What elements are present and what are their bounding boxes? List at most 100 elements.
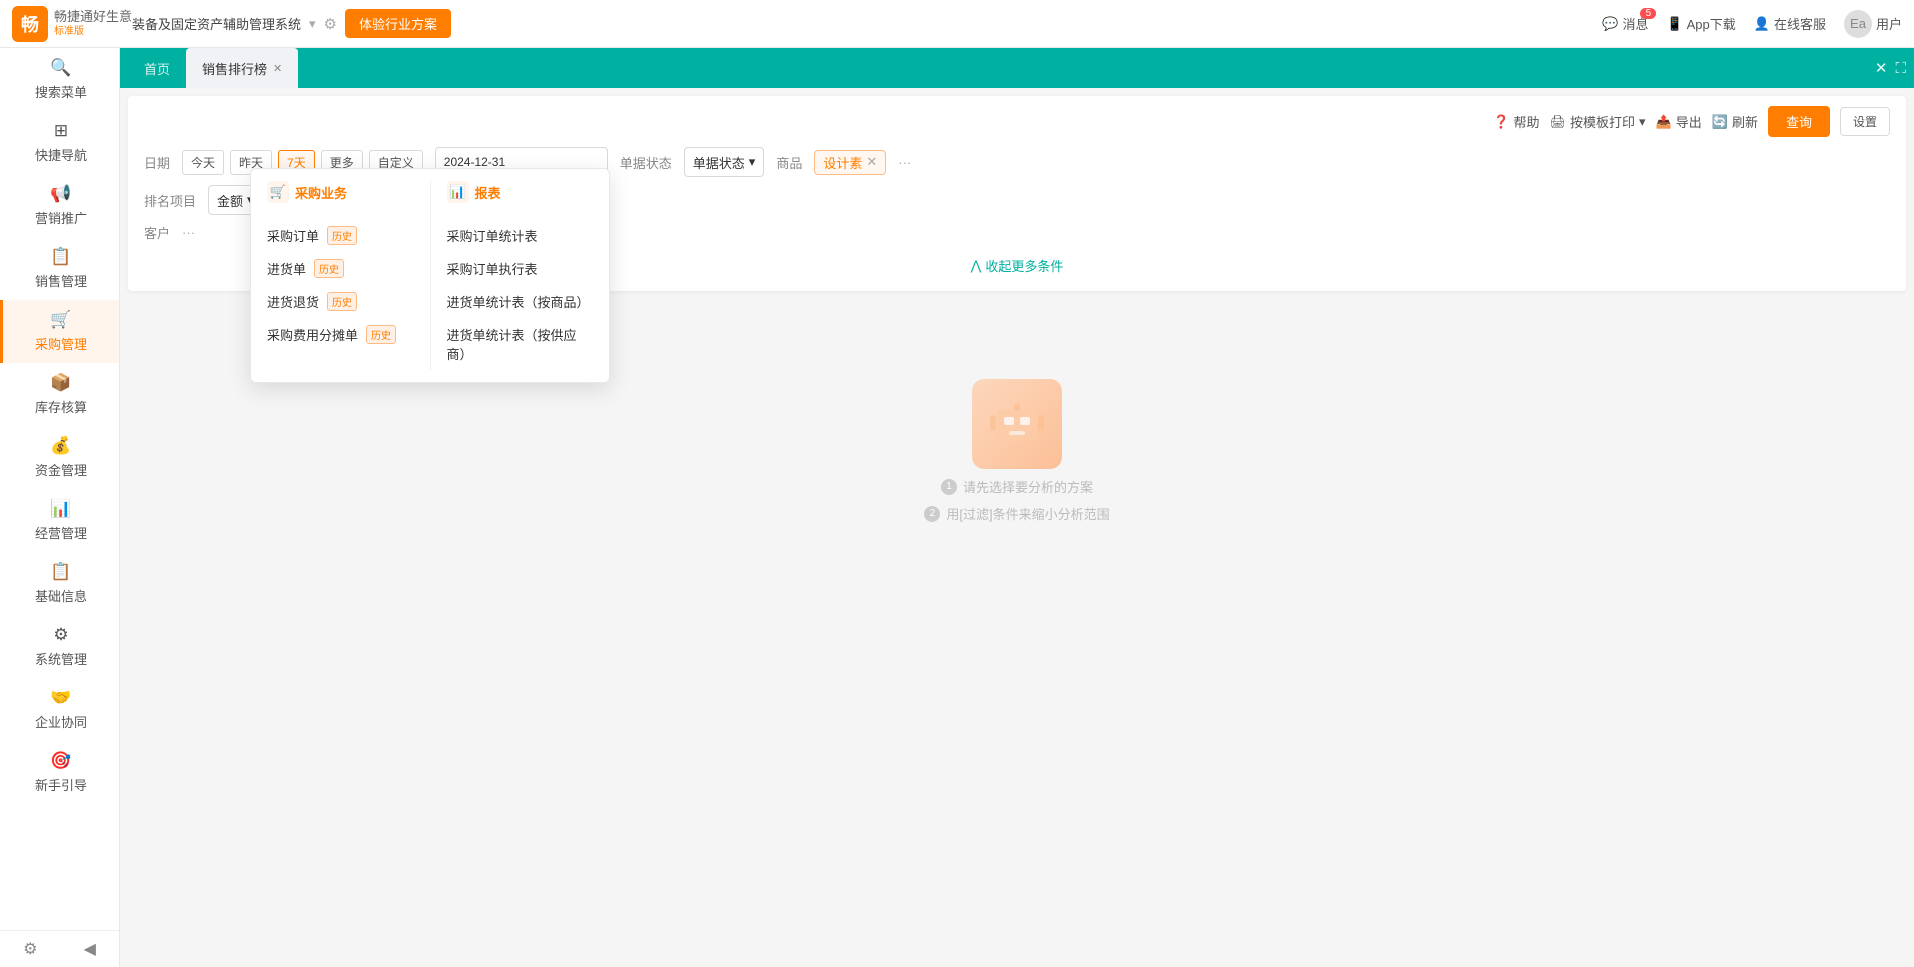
sidebar-item-basic-info[interactable]: 📋 基础信息 [0, 552, 119, 615]
sidebar-item-operations[interactable]: 📊 经营管理 [0, 489, 119, 552]
collapse-label: 收起更多条件 [985, 256, 1063, 275]
dropdown-col-purchase: 🛒 采购业务 采购订单 历史 进货单 历史 进货退货 [251, 181, 430, 370]
sidebar-item-marketing-label: 营销推广 [35, 208, 87, 227]
export-btn[interactable]: 📤 导出 [1656, 112, 1702, 131]
dropdown-item-purchase-order-exec[interactable]: 采购订单执行表 [447, 252, 594, 285]
sidebar-item-inventory-label: 库存核算 [35, 397, 87, 416]
sidebar-item-system[interactable]: ⚙ 系统管理 [0, 615, 119, 678]
refresh-btn[interactable]: 🔄 刷新 [1712, 112, 1758, 131]
dropdown-item-goods-receipt-by-product[interactable]: 进货单统计表（按商品） [447, 285, 594, 318]
goods-receipt-label: 进货单 [267, 259, 306, 278]
help-icon: ❓ [1493, 114, 1509, 130]
sidebar-item-capital[interactable]: 💰 资金管理 [0, 426, 119, 489]
toolbar-right: ❓ 帮助 🖨 按模板打印 ▾ 📤 导出 🔄 [1493, 106, 1890, 137]
messages-badge: 5 [1640, 8, 1656, 19]
operations-icon: 📊 [50, 499, 71, 519]
quick-nav-icon: ⊞ [54, 121, 68, 141]
system-title-area: 装备及固定资产辅助管理系统 ▾ ⚙ 体验行业方案 [132, 9, 1602, 38]
user-menu-btn[interactable]: Ea 用户 [1844, 10, 1902, 38]
user-label: 用户 [1876, 14, 1902, 33]
dropdown-item-purchase-order-stats[interactable]: 采购订单统计表 [447, 219, 594, 252]
customer-label: 客户 [144, 223, 170, 242]
logo-line1: 畅捷通好生意 [54, 9, 132, 26]
goods-tag-close[interactable]: ✕ [866, 154, 877, 170]
sidebar-item-marketing[interactable]: 📢 营销推广 [0, 174, 119, 237]
sidebar-item-quick-nav[interactable]: ⊞ 快捷导航 [0, 111, 119, 174]
service-icon: 👤 [1754, 16, 1770, 32]
purchase-order-exec-label: 采购订单执行表 [447, 259, 538, 278]
doc-status-select[interactable]: 单据状态 ▾ [684, 147, 765, 177]
help-label: 帮助 [1513, 112, 1539, 131]
sidebar-item-search-label: 搜索菜单 [35, 82, 87, 101]
step1-circle: 1 [941, 479, 957, 495]
sidebar-item-guide-label: 新手引导 [35, 775, 87, 794]
sidebar-item-search[interactable]: 🔍 搜索菜单 [0, 48, 119, 111]
phone-icon: 📱 [1666, 16, 1682, 32]
tab-bar-right: ✕ ⛶ [1875, 59, 1906, 77]
dropdown-item-goods-receipt[interactable]: 进货单 历史 [267, 252, 414, 285]
logo-icon: 畅 [12, 6, 48, 42]
basic-info-icon: 📋 [50, 562, 71, 582]
date-label: 日期 [144, 153, 170, 172]
app-download-btn[interactable]: 📱 App下载 [1666, 14, 1735, 33]
tab-home[interactable]: 首页 [128, 48, 186, 88]
cooperation-icon: 🤝 [50, 688, 71, 708]
tab-close-btn[interactable]: ✕ [273, 62, 282, 75]
logo-text: 畅捷通好生意 标准版 [54, 9, 132, 39]
dropdown-item-purchase-order[interactable]: 采购订单 历史 [267, 219, 414, 252]
sidebar-item-purchase[interactable]: 🛒 采购管理 [0, 300, 119, 363]
sidebar-collapse-btn[interactable]: ◀ [84, 939, 96, 959]
settings-btn[interactable]: 设置 [1840, 107, 1890, 136]
tab-home-label: 首页 [144, 59, 170, 78]
goods-more-btn[interactable]: ··· [898, 155, 911, 170]
title-gear-icon[interactable]: ⚙ [324, 15, 337, 33]
tab-sales-ranking[interactable]: 销售排行榜 ✕ [186, 48, 298, 88]
rank-value: 金额 [217, 191, 243, 210]
sidebar-item-purchase-label: 采购管理 [35, 334, 87, 353]
purchase-order-label: 采购订单 [267, 226, 319, 245]
messages-btn[interactable]: 💬 消息 5 [1602, 14, 1648, 33]
inventory-icon: 📦 [50, 373, 71, 393]
main-layout: 🔍 搜索菜单 ⊞ 快捷导航 📢 营销推广 📋 销售管理 🛒 采购管理 📦 库存核… [0, 48, 1914, 967]
sidebar-item-cooperation[interactable]: 🤝 企业协同 [0, 678, 119, 741]
avatar-text: Ea [1850, 16, 1866, 31]
sidebar-settings-btn[interactable]: ⚙ [23, 939, 37, 959]
time-btn-today[interactable]: 今天 [182, 150, 224, 175]
dropdown-cols: 🛒 采购业务 采购订单 历史 进货单 历史 进货退货 [251, 181, 609, 370]
capital-icon: 💰 [50, 436, 71, 456]
top-header: 畅 畅捷通好生意 标准版 装备及固定资产辅助管理系统 ▾ ⚙ 体验行业方案 💬 … [0, 0, 1914, 48]
empty-robot-icon [972, 379, 1062, 469]
sidebar-item-guide[interactable]: 🎯 新手引导 [0, 741, 119, 804]
step1-text: 请先选择要分析的方案 [963, 477, 1093, 496]
page-content: ❓ 帮助 🖨 按模板打印 ▾ 📤 导出 🔄 [120, 88, 1914, 967]
help-btn[interactable]: ❓ 帮助 [1493, 112, 1539, 131]
sidebar-item-quick-nav-label: 快捷导航 [35, 145, 87, 164]
print-label: 按模板打印 [1570, 112, 1635, 131]
dropdown-item-goods-return[interactable]: 进货退货 历史 [267, 285, 414, 318]
customer-more-btn[interactable]: ··· [182, 225, 195, 240]
dropdown-item-purchase-expense[interactable]: 采购费用分摊单 历史 [267, 318, 414, 351]
sidebar-item-capital-label: 资金管理 [35, 460, 87, 479]
goods-return-history: 历史 [327, 292, 357, 311]
purchase-icon: 🛒 [50, 310, 71, 330]
tab-bar: 首页 销售排行榜 ✕ ✕ ⛶ [120, 48, 1914, 88]
sidebar-item-sales[interactable]: 📋 销售管理 [0, 237, 119, 300]
tab-sales-ranking-label: 销售排行榜 [202, 59, 267, 78]
title-dropdown-arrow[interactable]: ▾ [309, 16, 316, 32]
sidebar: 🔍 搜索菜单 ⊞ 快捷导航 📢 营销推广 📋 销售管理 🛒 采购管理 📦 库存核… [0, 48, 120, 967]
doc-status-value: 单据状态 [693, 153, 745, 172]
industry-btn[interactable]: 体验行业方案 [345, 9, 451, 38]
print-btn[interactable]: 🖨 按模板打印 ▾ [1550, 112, 1646, 131]
tab-close-all-icon[interactable]: ✕ [1875, 59, 1888, 77]
avatar: Ea [1844, 10, 1872, 38]
query-btn[interactable]: 查询 [1768, 106, 1830, 137]
sidebar-item-inventory[interactable]: 📦 库存核算 [0, 363, 119, 426]
logo-area: 畅 畅捷通好生意 标准版 [12, 6, 132, 42]
empty-step1: 1 请先选择要分析的方案 [941, 477, 1093, 496]
online-service-btn[interactable]: 👤 在线客服 [1754, 14, 1826, 33]
tab-expand-icon[interactable]: ⛶ [1895, 60, 1906, 77]
content-area: 首页 销售排行榜 ✕ ✕ ⛶ ❓ 帮助 [120, 48, 1914, 967]
dropdown-item-goods-receipt-by-supplier[interactable]: 进货单统计表（按供应商） [447, 318, 594, 370]
purchase-expense-label: 采购费用分摊单 [267, 325, 358, 344]
export-label: 导出 [1676, 112, 1702, 131]
